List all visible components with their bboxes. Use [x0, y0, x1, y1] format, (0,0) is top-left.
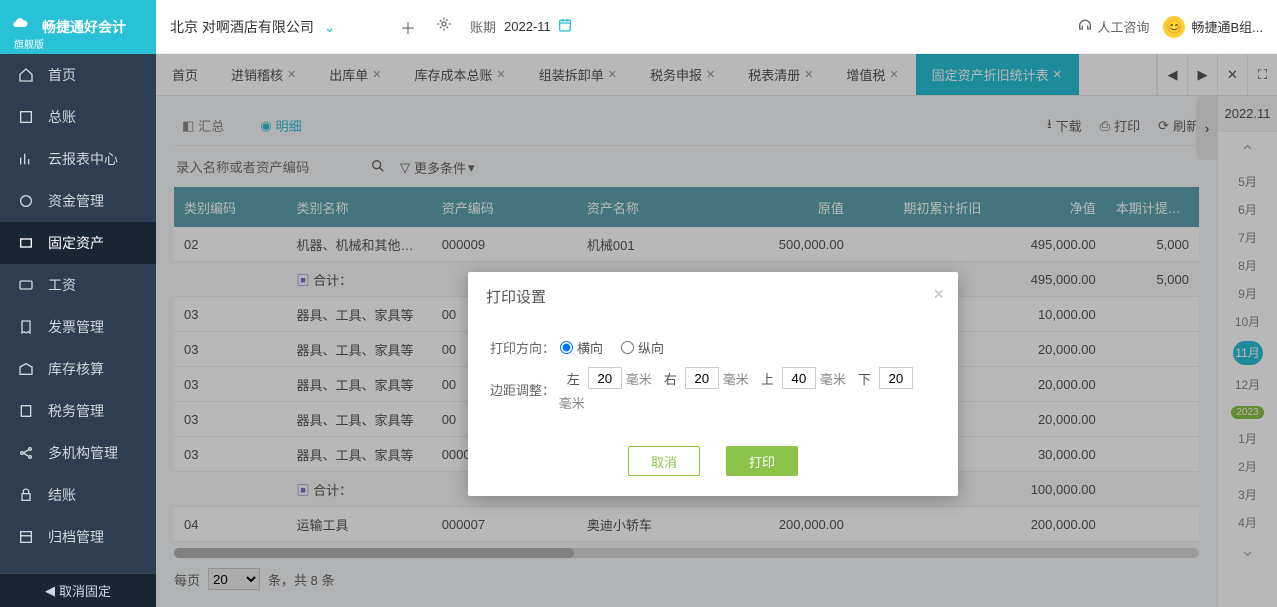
margin-right-input[interactable] [685, 367, 719, 389]
sidebar-cancel-label: 取消固定 [59, 581, 111, 600]
calendar-icon[interactable] [557, 17, 573, 36]
sidebar-cancel-pin[interactable]: ◀取消固定 [0, 573, 156, 607]
sidebar-item-reports[interactable]: 云报表中心 [0, 138, 156, 180]
orientation-vertical[interactable]: 纵向 [621, 338, 664, 357]
sidebar-item-label: 结账 [48, 485, 76, 505]
sidebar-item-inventory[interactable]: 库存核算 [0, 348, 156, 390]
margin-top-input[interactable] [782, 367, 816, 389]
tax-icon [18, 403, 36, 419]
sidebar-item-label: 发票管理 [48, 317, 104, 337]
unit: 毫米 [820, 369, 846, 388]
money-icon [18, 193, 36, 209]
sidebar-item-multiorg[interactable]: 多机构管理 [0, 432, 156, 474]
sidebar-item-label: 固定资产 [48, 233, 104, 253]
sidebar-item-label: 多机构管理 [48, 443, 118, 463]
consult-label: 人工咨询 [1097, 17, 1149, 36]
ledger-icon [18, 109, 36, 125]
company-name: 北京 对啊酒店有限公司 [170, 19, 314, 35]
modal-title: 打印设置 [486, 289, 546, 306]
margin-top-label: 上 [761, 369, 774, 388]
print-confirm-button[interactable]: 打印 [726, 446, 798, 476]
lock-icon [18, 487, 36, 503]
chevron-down-icon: ⌄ [324, 19, 336, 35]
user-name: 畅捷通B组... [1191, 17, 1263, 36]
archive-icon [18, 529, 36, 545]
sidebar-item-fixed-assets[interactable]: 固定资产 [0, 222, 156, 264]
sidebar-item-label: 归档管理 [48, 527, 104, 547]
margin-bottom-label: 下 [858, 369, 871, 388]
org-icon [18, 445, 36, 461]
headset-icon [1077, 17, 1093, 36]
close-icon[interactable]: × [933, 284, 944, 305]
sidebar-item-invoice[interactable]: 发票管理 [0, 306, 156, 348]
home-icon [18, 67, 36, 83]
sidebar-item-label: 工资 [48, 275, 76, 295]
unit: 毫米 [559, 393, 585, 412]
add-button[interactable]: ＋ [400, 15, 416, 39]
brand: 畅捷通好会计 旗舰版 [0, 0, 156, 54]
sidebar-item-archive[interactable]: 归档管理 [0, 516, 156, 558]
collapse-icon: ◀ [45, 583, 55, 599]
cancel-button[interactable]: 取消 [628, 446, 700, 476]
consult-link[interactable]: 人工咨询 [1077, 17, 1149, 36]
sidebar-item-salary[interactable]: 工资 [0, 264, 156, 306]
unit: 毫米 [626, 369, 652, 388]
period-label: 账期 [470, 17, 496, 36]
sidebar-item-label: 资金管理 [48, 191, 104, 211]
unit: 毫米 [723, 369, 749, 388]
sidebar: 首页 总账 云报表中心 资金管理 固定资产 工资 发票管理 库存核算 税务管理 … [0, 54, 156, 607]
sidebar-item-ledger[interactable]: 总账 [0, 96, 156, 138]
margin-bottom-input[interactable] [879, 367, 913, 389]
print-settings-modal: 打印设置 × 打印方向： 横向 纵向 边距调整： 左 毫米 右 毫米 上 毫米 … [468, 272, 958, 496]
modal-header: 打印设置 × [468, 272, 958, 322]
period-value[interactable]: 2022-11 [504, 19, 551, 34]
margin-left-input[interactable] [588, 367, 622, 389]
settings-button[interactable] [436, 16, 452, 37]
invoice-icon [18, 319, 36, 335]
chart-icon [18, 151, 36, 167]
margin-row: 边距调整： 左 毫米 右 毫米 上 毫米 下 毫米 [490, 367, 936, 412]
sidebar-item-label: 总账 [48, 107, 76, 127]
company-selector[interactable]: 北京 对啊酒店有限公司 ⌄ [170, 17, 390, 37]
sidebar-item-funds[interactable]: 资金管理 [0, 180, 156, 222]
radio-vertical[interactable] [621, 341, 634, 354]
margin-left-label: 左 [567, 369, 580, 388]
sidebar-item-label: 税务管理 [48, 401, 104, 421]
margin-label: 边距调整： [490, 380, 559, 399]
orientation-row: 打印方向： 横向 纵向 [490, 338, 936, 357]
sidebar-item-home[interactable]: 首页 [0, 54, 156, 96]
avatar: 😊 [1163, 16, 1185, 38]
brand-edition: 旗舰版 [14, 36, 44, 51]
orientation-label: 打印方向： [490, 338, 560, 357]
brand-name: 畅捷通好会计 [42, 17, 126, 37]
sidebar-item-label: 首页 [48, 65, 76, 85]
sidebar-item-close[interactable]: 结账 [0, 474, 156, 516]
orientation-horizontal[interactable]: 横向 [560, 338, 603, 357]
inventory-icon [18, 361, 36, 377]
asset-icon [18, 235, 36, 251]
topbar: 北京 对啊酒店有限公司 ⌄ ＋ 账期 2022-11 人工咨询 😊 畅捷通B组.… [156, 0, 1277, 54]
radio-horizontal[interactable] [560, 341, 573, 354]
salary-icon [18, 277, 36, 293]
margin-right-label: 右 [664, 369, 677, 388]
sidebar-item-label: 库存核算 [48, 359, 104, 379]
sidebar-item-label: 云报表中心 [48, 149, 118, 169]
user-menu[interactable]: 😊 畅捷通B组... [1163, 16, 1263, 38]
sidebar-item-tax[interactable]: 税务管理 [0, 390, 156, 432]
